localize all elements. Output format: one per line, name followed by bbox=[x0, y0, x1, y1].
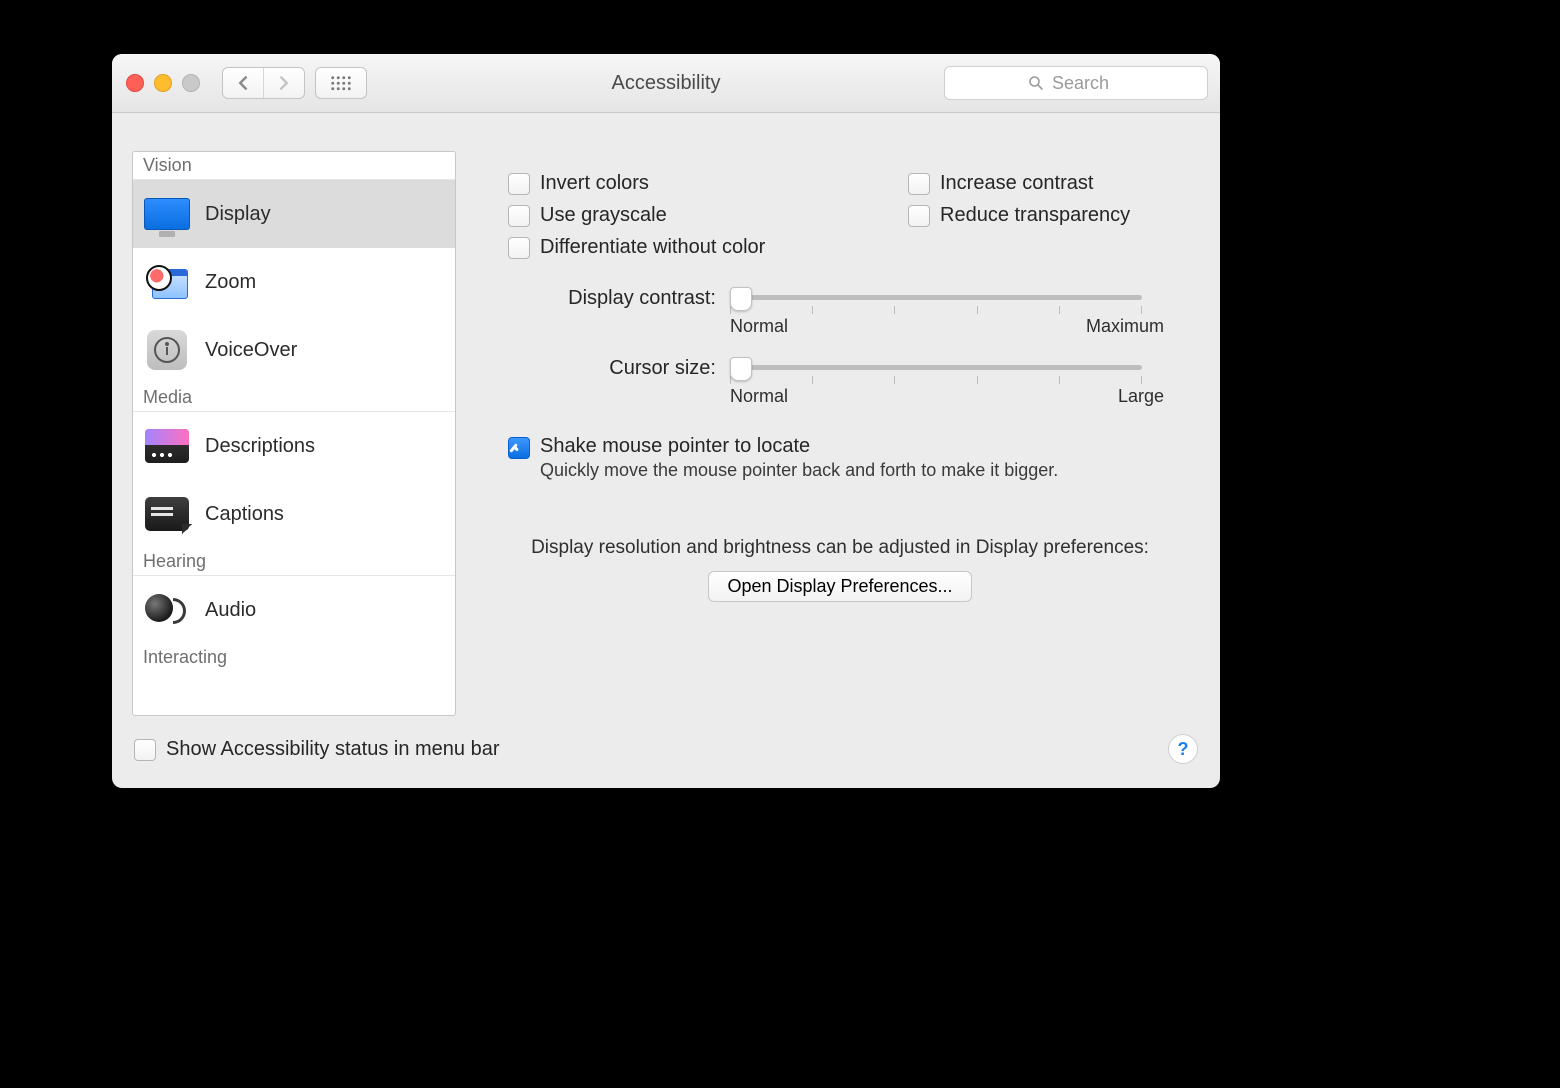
checkbox[interactable] bbox=[508, 205, 530, 227]
sidebar-section-vision: Vision bbox=[133, 152, 455, 180]
option-label: Use grayscale bbox=[540, 204, 667, 227]
window-titlebar: Accessibility bbox=[112, 54, 1220, 113]
display-contrast-slider[interactable]: Normal Maximum bbox=[730, 285, 1172, 337]
option-label: Shake mouse pointer to locate bbox=[540, 435, 1058, 458]
option-label: Show Accessibility status in menu bar bbox=[166, 738, 500, 761]
slider-thumb[interactable] bbox=[730, 287, 752, 311]
show-all-button[interactable] bbox=[315, 67, 367, 99]
sidebar-item-label: Zoom bbox=[205, 271, 256, 294]
chevron-right-icon bbox=[277, 76, 291, 90]
sidebar-item-label: Audio bbox=[205, 599, 256, 622]
back-button[interactable] bbox=[223, 68, 263, 98]
accessibility-prefs-window: Accessibility Vision Display Zoom bbox=[112, 54, 1220, 788]
audio-icon bbox=[143, 590, 191, 630]
slider-ticks bbox=[730, 306, 1142, 314]
cursor-size-slider[interactable]: Normal Large bbox=[730, 355, 1172, 407]
slider-thumb[interactable] bbox=[730, 357, 752, 381]
checkbox[interactable] bbox=[134, 739, 156, 761]
cursor-size-row: Cursor size: Normal Large bbox=[508, 355, 1172, 407]
display-contrast-row: Display contrast: Normal Maximum bbox=[508, 285, 1172, 337]
zoom-button[interactable] bbox=[182, 74, 200, 92]
chevron-left-icon bbox=[236, 76, 250, 90]
slider-ticks bbox=[730, 376, 1142, 384]
forward-button[interactable] bbox=[263, 68, 304, 98]
slider-track[interactable] bbox=[730, 295, 1142, 300]
footer: Show Accessibility status in menu bar ? bbox=[112, 716, 1220, 788]
open-display-prefs-button[interactable]: Open Display Preferences... bbox=[708, 571, 971, 602]
sidebar-item-zoom[interactable]: Zoom bbox=[133, 248, 455, 316]
category-sidebar[interactable]: Vision Display Zoom VoiceOver Media Desc… bbox=[132, 151, 456, 716]
close-button[interactable] bbox=[126, 74, 144, 92]
nav-back-forward bbox=[222, 67, 305, 99]
sidebar-item-display[interactable]: Display bbox=[133, 180, 455, 248]
sidebar-section-hearing: Hearing bbox=[133, 548, 455, 576]
sidebar-item-label: Captions bbox=[205, 503, 284, 526]
slider-max-label: Maximum bbox=[1086, 316, 1164, 337]
slider-min-label: Normal bbox=[730, 316, 788, 337]
sidebar-section-media: Media bbox=[133, 384, 455, 412]
checkbox[interactable] bbox=[908, 173, 930, 195]
option-label: Differentiate without color bbox=[540, 236, 765, 259]
voiceover-icon bbox=[143, 330, 191, 370]
option-label: Invert colors bbox=[540, 172, 649, 195]
option-diff-without-color[interactable]: Differentiate without color bbox=[508, 235, 1172, 259]
window-controls bbox=[126, 74, 200, 92]
slider-label: Display contrast: bbox=[508, 285, 730, 310]
checkbox[interactable] bbox=[908, 205, 930, 227]
help-button[interactable]: ? bbox=[1168, 734, 1198, 764]
slider-min-label: Normal bbox=[730, 386, 788, 407]
sidebar-item-label: VoiceOver bbox=[205, 339, 297, 362]
option-reduce-transparency[interactable]: Reduce transparency bbox=[908, 203, 1172, 227]
zoom-icon bbox=[143, 262, 191, 302]
sidebar-item-voiceover[interactable]: VoiceOver bbox=[133, 316, 455, 384]
option-description: Quickly move the mouse pointer back and … bbox=[540, 460, 1058, 481]
grid-icon bbox=[330, 75, 352, 91]
slider-label: Cursor size: bbox=[508, 355, 730, 380]
display-settings-panel: Invert colors Increase contrast Use gray… bbox=[474, 151, 1200, 716]
checkbox[interactable] bbox=[508, 173, 530, 195]
sidebar-item-label: Descriptions bbox=[205, 435, 315, 458]
search-field[interactable] bbox=[944, 66, 1208, 100]
sidebar-item-label: Display bbox=[205, 203, 271, 226]
descriptions-icon bbox=[143, 426, 191, 466]
checkbox-grid: Invert colors Increase contrast Use gray… bbox=[508, 171, 1172, 259]
sidebar-item-descriptions[interactable]: Descriptions bbox=[133, 412, 455, 480]
search-icon bbox=[1028, 75, 1044, 91]
option-label: Increase contrast bbox=[940, 172, 1093, 195]
option-label: Reduce transparency bbox=[940, 204, 1130, 227]
option-use-grayscale[interactable]: Use grayscale bbox=[508, 203, 908, 227]
minimize-button[interactable] bbox=[154, 74, 172, 92]
option-invert-colors[interactable]: Invert colors bbox=[508, 171, 908, 195]
option-shake-to-locate[interactable]: Shake mouse pointer to locate Quickly mo… bbox=[508, 435, 1172, 481]
sidebar-section-interacting: Interacting bbox=[133, 644, 455, 671]
sidebar-item-audio[interactable]: Audio bbox=[133, 576, 455, 644]
captions-icon bbox=[143, 494, 191, 534]
resolution-note: Display resolution and brightness can be… bbox=[508, 537, 1172, 559]
checkbox[interactable] bbox=[508, 237, 530, 259]
slider-track[interactable] bbox=[730, 365, 1142, 370]
option-increase-contrast[interactable]: Increase contrast bbox=[908, 171, 1172, 195]
search-input[interactable] bbox=[1050, 72, 1124, 95]
option-show-status-menubar[interactable]: Show Accessibility status in menu bar bbox=[134, 737, 500, 761]
checkbox[interactable] bbox=[508, 437, 530, 459]
display-icon bbox=[143, 194, 191, 234]
sidebar-item-captions[interactable]: Captions bbox=[133, 480, 455, 548]
slider-max-label: Large bbox=[1118, 386, 1164, 407]
